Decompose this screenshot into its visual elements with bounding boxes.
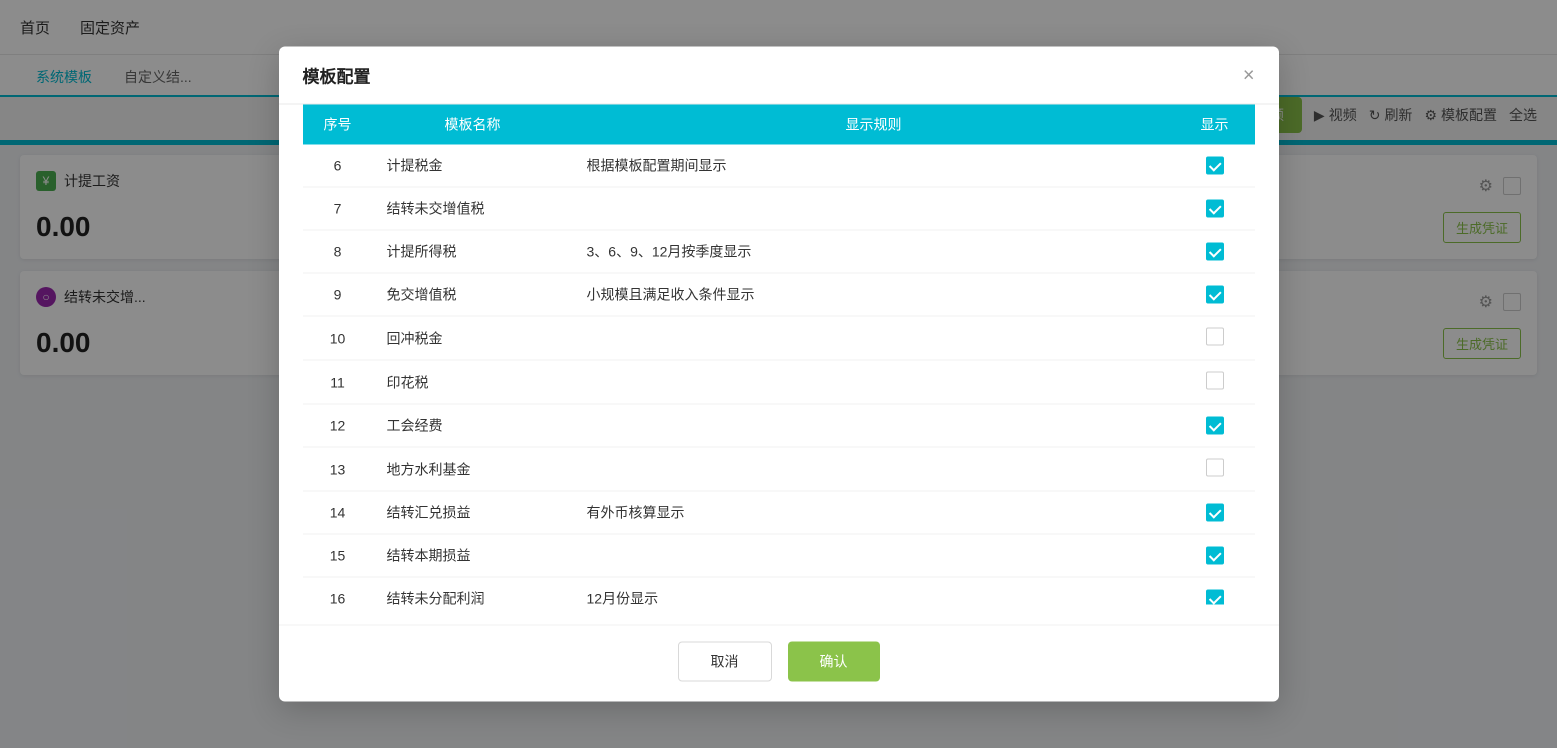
row-name: 计提税金 [373, 145, 573, 188]
confirm-button[interactable]: 确认 [788, 642, 880, 682]
table-row: 8计提所得税3、6、9、12月按季度显示 [303, 230, 1255, 273]
template-config-dialog: 模板配置 × 序号 模板名称 显示规则 显示 6计提税金根据模板配置期间显示7结… [279, 47, 1279, 702]
row-name: 计提所得税 [373, 230, 573, 273]
row-name: 结转未交增值税 [373, 187, 573, 230]
row-id: 13 [303, 447, 373, 491]
row-rule: 小规模且满足收入条件显示 [573, 273, 1175, 316]
row-rule [573, 534, 1175, 577]
row-rule: 有外币核算显示 [573, 491, 1175, 534]
dialog-body: 序号 模板名称 显示规则 显示 6计提税金根据模板配置期间显示7结转未交增值税8… [279, 105, 1279, 625]
table-row: 12工会经费 [303, 404, 1255, 447]
row-check-cell [1175, 316, 1255, 360]
table-row: 7结转未交增值税 [303, 187, 1255, 230]
table-row: 6计提税金根据模板配置期间显示 [303, 145, 1255, 188]
row-id: 16 [303, 577, 373, 605]
config-table-wrap[interactable]: 序号 模板名称 显示规则 显示 6计提税金根据模板配置期间显示7结转未交增值税8… [303, 105, 1255, 605]
dialog-close-button[interactable]: × [1243, 65, 1255, 85]
dialog-header: 模板配置 × [279, 47, 1279, 105]
row-check-cell [1175, 577, 1255, 605]
row-rule [573, 187, 1175, 230]
row-id: 6 [303, 145, 373, 188]
row-id: 11 [303, 360, 373, 404]
row-name: 免交增值税 [373, 273, 573, 316]
row-check-cell [1175, 273, 1255, 316]
table-row: 13地方水利基金 [303, 447, 1255, 491]
row-check-cell [1175, 187, 1255, 230]
row-check-cell [1175, 360, 1255, 404]
row-id: 9 [303, 273, 373, 316]
table-row: 9免交增值税小规模且满足收入条件显示 [303, 273, 1255, 316]
row-checkbox[interactable] [1206, 157, 1224, 175]
row-id: 8 [303, 230, 373, 273]
row-check-cell [1175, 404, 1255, 447]
config-table: 序号 模板名称 显示规则 显示 6计提税金根据模板配置期间显示7结转未交增值税8… [303, 105, 1255, 605]
row-rule: 12月份显示 [573, 577, 1175, 605]
row-checkbox[interactable] [1206, 417, 1224, 435]
row-name: 结转未分配利润 [373, 577, 573, 605]
row-name: 回冲税金 [373, 316, 573, 360]
cancel-button[interactable]: 取消 [678, 642, 772, 682]
row-check-cell [1175, 230, 1255, 273]
row-rule: 3、6、9、12月按季度显示 [573, 230, 1175, 273]
table-row: 15结转本期损益 [303, 534, 1255, 577]
row-rule: 根据模板配置期间显示 [573, 145, 1175, 188]
row-checkbox[interactable] [1206, 286, 1224, 304]
col-display: 显示 [1175, 105, 1255, 145]
row-name: 结转汇兑损益 [373, 491, 573, 534]
row-name: 结转本期损益 [373, 534, 573, 577]
row-checkbox[interactable] [1206, 459, 1224, 477]
row-checkbox[interactable] [1206, 328, 1224, 346]
col-id: 序号 [303, 105, 373, 145]
row-check-cell [1175, 145, 1255, 188]
table-row: 10回冲税金 [303, 316, 1255, 360]
row-rule [573, 360, 1175, 404]
row-checkbox[interactable] [1206, 372, 1224, 390]
row-id: 10 [303, 316, 373, 360]
row-rule [573, 447, 1175, 491]
table-row: 16结转未分配利润12月份显示 [303, 577, 1255, 605]
row-id: 15 [303, 534, 373, 577]
row-check-cell [1175, 447, 1255, 491]
row-check-cell [1175, 491, 1255, 534]
col-rule: 显示规则 [573, 105, 1175, 145]
row-name: 印花税 [373, 360, 573, 404]
row-checkbox[interactable] [1206, 243, 1224, 261]
row-checkbox[interactable] [1206, 504, 1224, 522]
row-id: 7 [303, 187, 373, 230]
table-row: 14结转汇兑损益有外币核算显示 [303, 491, 1255, 534]
row-id: 12 [303, 404, 373, 447]
table-body: 6计提税金根据模板配置期间显示7结转未交增值税8计提所得税3、6、9、12月按季… [303, 145, 1255, 605]
row-check-cell [1175, 534, 1255, 577]
table-header: 序号 模板名称 显示规则 显示 [303, 105, 1255, 145]
row-checkbox[interactable] [1206, 590, 1224, 605]
table-row: 11印花税 [303, 360, 1255, 404]
row-name: 地方水利基金 [373, 447, 573, 491]
row-id: 14 [303, 491, 373, 534]
dialog-title: 模板配置 [303, 63, 371, 88]
col-name: 模板名称 [373, 105, 573, 145]
row-name: 工会经费 [373, 404, 573, 447]
row-checkbox[interactable] [1206, 200, 1224, 218]
dialog-footer: 取消 确认 [279, 625, 1279, 702]
row-checkbox[interactable] [1206, 547, 1224, 565]
row-rule [573, 404, 1175, 447]
row-rule [573, 316, 1175, 360]
